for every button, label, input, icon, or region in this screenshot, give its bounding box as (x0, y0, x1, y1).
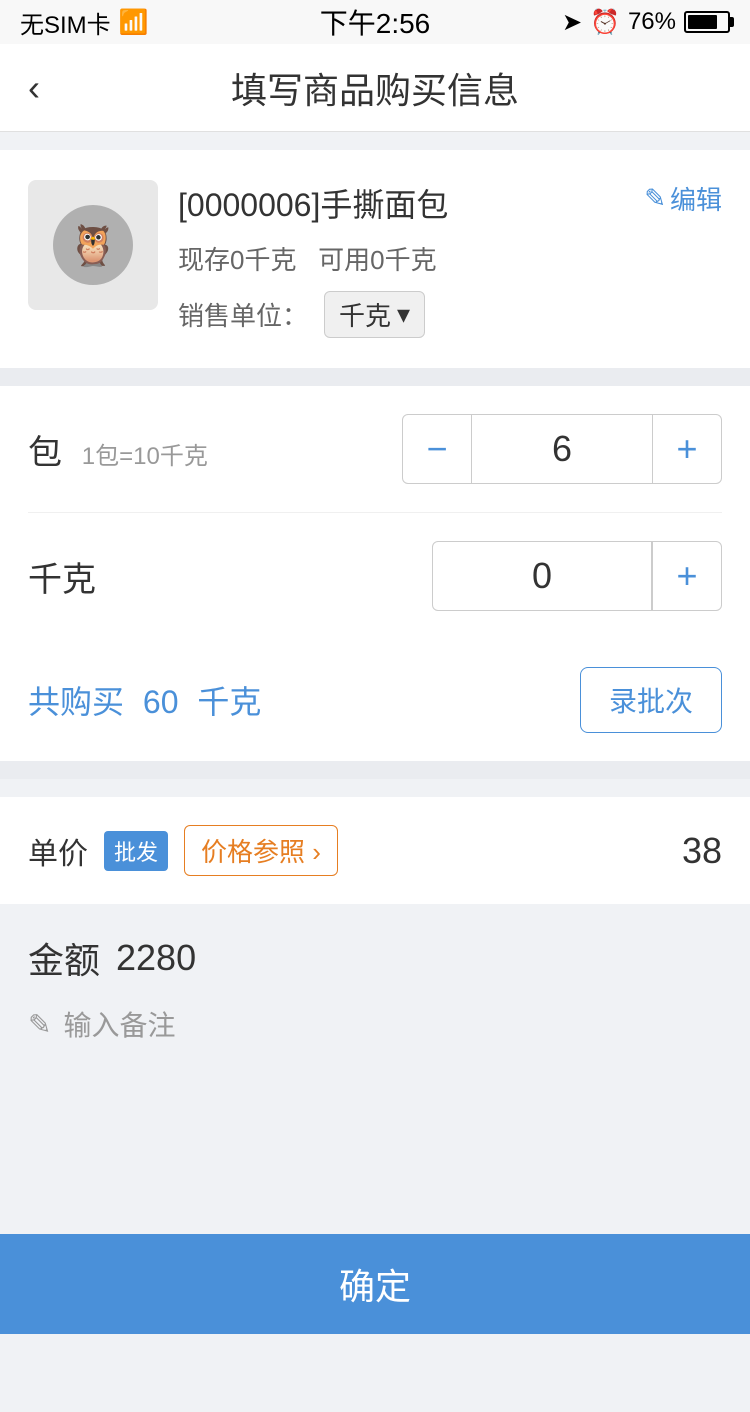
product-name: [0000006]手撕面包 (178, 180, 722, 226)
quantity-row-bao: 包 1包=10千克 − + (28, 386, 722, 513)
price-badge: 批发 (104, 831, 168, 871)
amount-row: 金额 2280 (28, 932, 722, 984)
quantity-kg-input[interactable] (432, 541, 652, 611)
section-divider-2 (0, 761, 750, 779)
nav-bar: ‹ 填写商品购买信息 (0, 44, 750, 132)
quantity-label-kg: 千克 (28, 552, 96, 601)
remark-placeholder: 输入备注 (63, 1004, 175, 1044)
product-stock: 现存0千克 可用0千克 (178, 240, 722, 277)
battery-percent: 76% (628, 8, 676, 36)
time-label: 下午2:56 (320, 2, 431, 42)
unit-select[interactable]: 千克 ▾ (324, 291, 425, 338)
dropdown-icon: ▾ (397, 299, 410, 330)
price-label: 单价 (28, 829, 88, 873)
unit-value: 千克 (339, 296, 391, 333)
remark-icon: ✎ (28, 1008, 51, 1041)
status-left: 无SIM卡 📶 (20, 5, 149, 40)
quantity-row-kg: 千克 + (28, 513, 722, 639)
summary-text: 共购买 60 千克 (28, 677, 261, 723)
owl-icon: 🦉 (68, 222, 118, 269)
edit-icon: ✎ (644, 183, 666, 214)
product-unit: 销售单位： 千克 ▾ (178, 291, 722, 338)
status-bar: 无SIM卡 📶 下午2:56 ➤ ⏰ 76% (0, 0, 750, 44)
product-info: ✎ 编辑 [0000006]手撕面包 现存0千克 可用0千克 销售单位： 千克 … (178, 180, 722, 338)
page-title: 填写商品购买信息 (231, 62, 519, 114)
amount-value: 2280 (116, 937, 196, 979)
edit-button[interactable]: ✎ 编辑 (644, 180, 722, 217)
back-button[interactable]: ‹ (28, 67, 40, 109)
amount-section: 金额 2280 ✎ 输入备注 (0, 904, 750, 1072)
increase-bao-button[interactable]: + (652, 414, 722, 484)
carrier-label: 无SIM卡 (20, 5, 111, 40)
summary-section: 共购买 60 千克 录批次 (0, 639, 750, 761)
location-icon: ➤ (562, 8, 582, 37)
increase-kg-button[interactable]: + (652, 541, 722, 611)
alarm-icon: ⏰ (590, 8, 620, 37)
product-logo: 🦉 (53, 205, 133, 285)
section-divider-1 (0, 368, 750, 386)
quantity-control-bao: − + (402, 414, 722, 484)
wifi-icon: 📶 (119, 8, 149, 37)
remark-row[interactable]: ✎ 输入备注 (28, 1004, 722, 1044)
status-right: ➤ ⏰ 76% (562, 8, 730, 37)
quantity-label-bao: 包 1包=10千克 (28, 425, 208, 474)
record-batch-button[interactable]: 录批次 (580, 667, 722, 733)
quantity-bao-input[interactable] (472, 414, 652, 484)
battery-icon (684, 11, 730, 33)
confirm-button[interactable]: 确定 (0, 1234, 750, 1334)
product-image: 🦉 (28, 180, 158, 310)
price-section: 单价 批发 价格参照 › 38 (0, 797, 750, 904)
product-card: 🦉 ✎ 编辑 [0000006]手撕面包 现存0千克 可用0千克 销售单位： 千… (0, 150, 750, 368)
price-ref-button[interactable]: 价格参照 › (184, 825, 338, 876)
quantity-section: 包 1包=10千克 − + 千克 + (0, 386, 750, 639)
price-value: 38 (682, 830, 722, 872)
decrease-bao-button[interactable]: − (402, 414, 472, 484)
quantity-control-kg: + (432, 541, 722, 611)
edit-label: 编辑 (670, 180, 722, 217)
amount-label: 金额 (28, 932, 100, 984)
